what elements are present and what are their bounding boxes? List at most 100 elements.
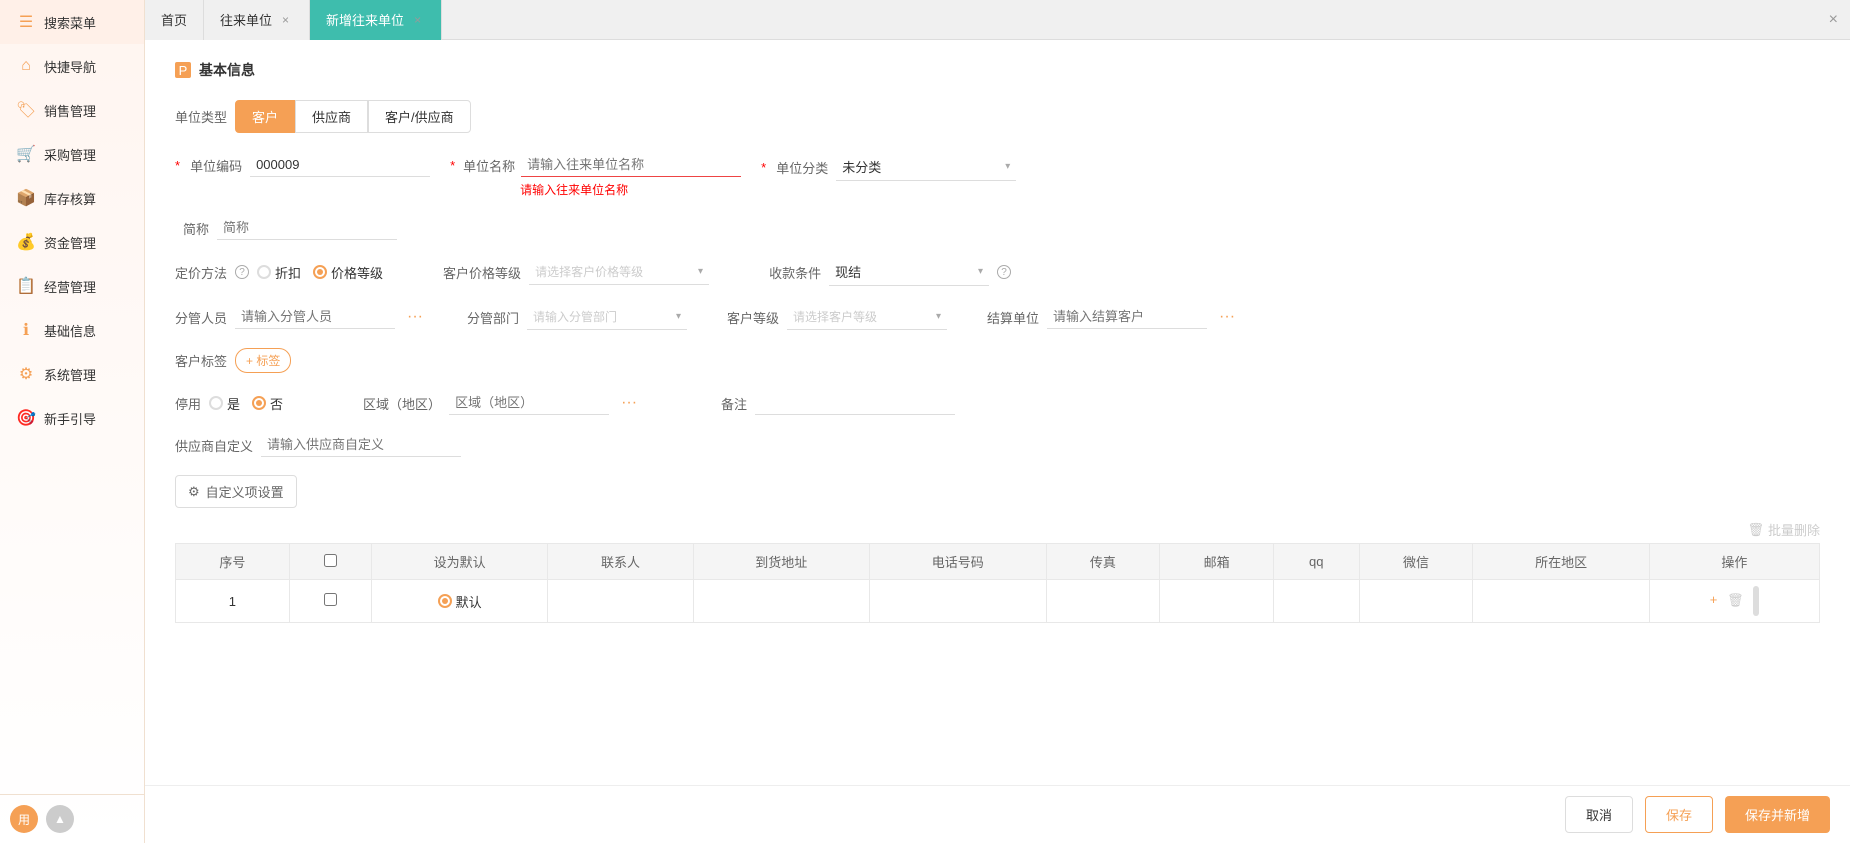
remark-input[interactable]	[755, 391, 955, 415]
settlement-input[interactable]	[1047, 305, 1207, 329]
settlement-ellipsis[interactable]: ···	[1215, 308, 1239, 326]
notification-icon[interactable]: ▲	[46, 805, 74, 833]
unit-name-input[interactable]	[521, 153, 741, 177]
dept-select[interactable]: 请输入分管部门 ▾	[527, 304, 687, 330]
radio-discount[interactable]: 折扣	[257, 263, 301, 282]
yes-label: 是	[227, 394, 240, 413]
customer-level-select[interactable]: 请选择客户等级 ▾	[787, 304, 947, 330]
col-qq: qq	[1273, 544, 1359, 580]
unit-name-group: * 单位名称 请输入往来单位名称	[450, 153, 741, 198]
sidebar-item-sales[interactable]: 🏷 销售管理	[0, 88, 144, 132]
tab-new-unit-label: 新增往来单位	[326, 10, 404, 29]
contacts-table: 序号 设为默认 联系人 到货地址 电话号码 传真 邮箱 qq 微信 所在地区 操…	[175, 543, 1820, 623]
user-avatar[interactable]: 用	[10, 805, 38, 833]
tab-unit[interactable]: 往来单位 ×	[204, 0, 310, 40]
manager-ellipsis[interactable]: ···	[403, 308, 427, 326]
sidebar-item-guide[interactable]: 🎯 新手引导	[0, 396, 144, 440]
sidebar-item-system[interactable]: ⚙ 系统管理	[0, 352, 144, 396]
sidebar-item-label: 经营管理	[44, 277, 96, 296]
section-icon: P	[175, 62, 191, 78]
col-phone: 电话号码	[870, 544, 1047, 580]
sidebar-item-inventory[interactable]: 📦 库存核算	[0, 176, 144, 220]
search-menu-icon: ☰	[16, 12, 36, 32]
remark-group: 备注	[721, 391, 955, 415]
row-default: 默认	[371, 580, 548, 623]
radio-yes[interactable]: 是	[209, 394, 240, 413]
sidebar-item-label: 采购管理	[44, 145, 96, 164]
tab-new-unit-close[interactable]: ×	[410, 11, 425, 29]
radio-no[interactable]: 否	[252, 394, 283, 413]
row-region[interactable]	[1473, 580, 1650, 623]
discount-radio-circle	[257, 265, 271, 279]
abbr-input[interactable]	[217, 216, 397, 240]
tab-new-unit[interactable]: 新增往来单位 ×	[310, 0, 442, 40]
form-content-area: P 基本信息 单位类型 客户 供应商 客户/供应商 *	[145, 40, 1850, 785]
row-contact[interactable]	[548, 580, 693, 623]
payment-condition-value: 现结	[835, 262, 861, 281]
manager-input[interactable]	[235, 305, 395, 329]
unit-btn-both[interactable]: 客户/供应商	[368, 100, 471, 133]
tab-home[interactable]: 首页	[145, 0, 204, 40]
unit-btn-supplier[interactable]: 供应商	[295, 100, 368, 133]
row-select-checkbox[interactable]	[324, 593, 337, 606]
row-action: + 🗑	[1649, 580, 1819, 623]
unit-category-required: *	[761, 160, 766, 175]
unit-category-group: * 单位分类 未分类 ▾	[761, 153, 1016, 181]
chevron-down-icon5: ▾	[936, 311, 941, 322]
delete-row-icon[interactable]: 🗑	[1727, 592, 1744, 607]
sidebar-item-finance[interactable]: 💰 资金管理	[0, 220, 144, 264]
add-tag-button[interactable]: + 标签	[235, 348, 291, 373]
col-contact: 联系人	[548, 544, 693, 580]
save-and-new-button[interactable]: 保存并新增	[1725, 796, 1830, 833]
row-address[interactable]	[693, 580, 870, 623]
form-footer: 取消 保存 保存并新增	[145, 785, 1850, 843]
region-ellipsis[interactable]: ···	[617, 394, 641, 412]
row-checkbox[interactable]	[289, 580, 371, 623]
section-title: 基本信息	[199, 60, 255, 80]
save-button[interactable]: 保存	[1645, 796, 1713, 833]
sidebar: ☰ 搜索菜单 ⌂ 快捷导航 🏷 销售管理 🛒 采购管理 📦 库存核算 💰 资金管…	[0, 0, 145, 843]
yes-radio-circle	[209, 396, 223, 410]
form-row-2: 简称	[175, 216, 1820, 240]
unit-btn-customer[interactable]: 客户	[235, 100, 295, 133]
home-icon: ⌂	[16, 56, 36, 76]
no-label: 否	[270, 394, 283, 413]
unit-category-select[interactable]: 未分类 ▾	[836, 153, 1016, 181]
row-phone[interactable]	[870, 580, 1047, 623]
manager-label: 分管人员	[175, 308, 227, 327]
col-email: 邮箱	[1160, 544, 1274, 580]
sidebar-item-basic[interactable]: ℹ 基础信息	[0, 308, 144, 352]
select-all-checkbox[interactable]	[324, 554, 337, 567]
radio-price-level[interactable]: 价格等级	[313, 263, 383, 282]
pricing-help-icon[interactable]: ?	[235, 265, 249, 279]
payment-help-icon[interactable]: ?	[997, 265, 1011, 279]
unit-code-input[interactable]	[250, 153, 430, 177]
form-row-7: 供应商自定义	[175, 433, 1820, 457]
delete-icon: 🗑	[1747, 522, 1764, 538]
sidebar-item-purchase[interactable]: 🛒 采购管理	[0, 132, 144, 176]
add-row-icon[interactable]: +	[1710, 592, 1718, 607]
sidebar-item-quicknav[interactable]: ⌂ 快捷导航	[0, 44, 144, 88]
section-header: P 基本信息	[175, 60, 1820, 80]
row-fax[interactable]	[1046, 580, 1160, 623]
payment-condition-select[interactable]: 现结 ▾	[829, 258, 989, 286]
custom-settings-button[interactable]: ⚙ 自定义项设置	[175, 475, 297, 508]
customer-price-select[interactable]: 请选择客户价格等级 ▾	[529, 259, 709, 285]
chevron-down-icon3: ▾	[978, 266, 983, 277]
row-default-radio[interactable]: 默认	[382, 592, 538, 611]
customer-price-group: 客户价格等级 请选择客户价格等级 ▾	[443, 259, 709, 285]
guide-icon: 🎯	[16, 408, 36, 428]
row-email[interactable]	[1160, 580, 1274, 623]
abbr-group: 简称	[175, 216, 397, 240]
supplier-custom-input[interactable]	[261, 433, 461, 457]
tab-unit-close[interactable]: ×	[278, 11, 293, 29]
table-row: 1 默认	[176, 580, 1820, 623]
region-input[interactable]	[449, 391, 609, 415]
row-wechat[interactable]	[1359, 580, 1473, 623]
close-all-button[interactable]: ×	[1829, 11, 1850, 29]
sidebar-item-operations[interactable]: 📋 经营管理	[0, 264, 144, 308]
batch-delete-label[interactable]: 批量删除	[1768, 520, 1820, 539]
cancel-button[interactable]: 取消	[1565, 796, 1633, 833]
sidebar-item-search[interactable]: ☰ 搜索菜单	[0, 0, 144, 44]
row-qq[interactable]	[1273, 580, 1359, 623]
